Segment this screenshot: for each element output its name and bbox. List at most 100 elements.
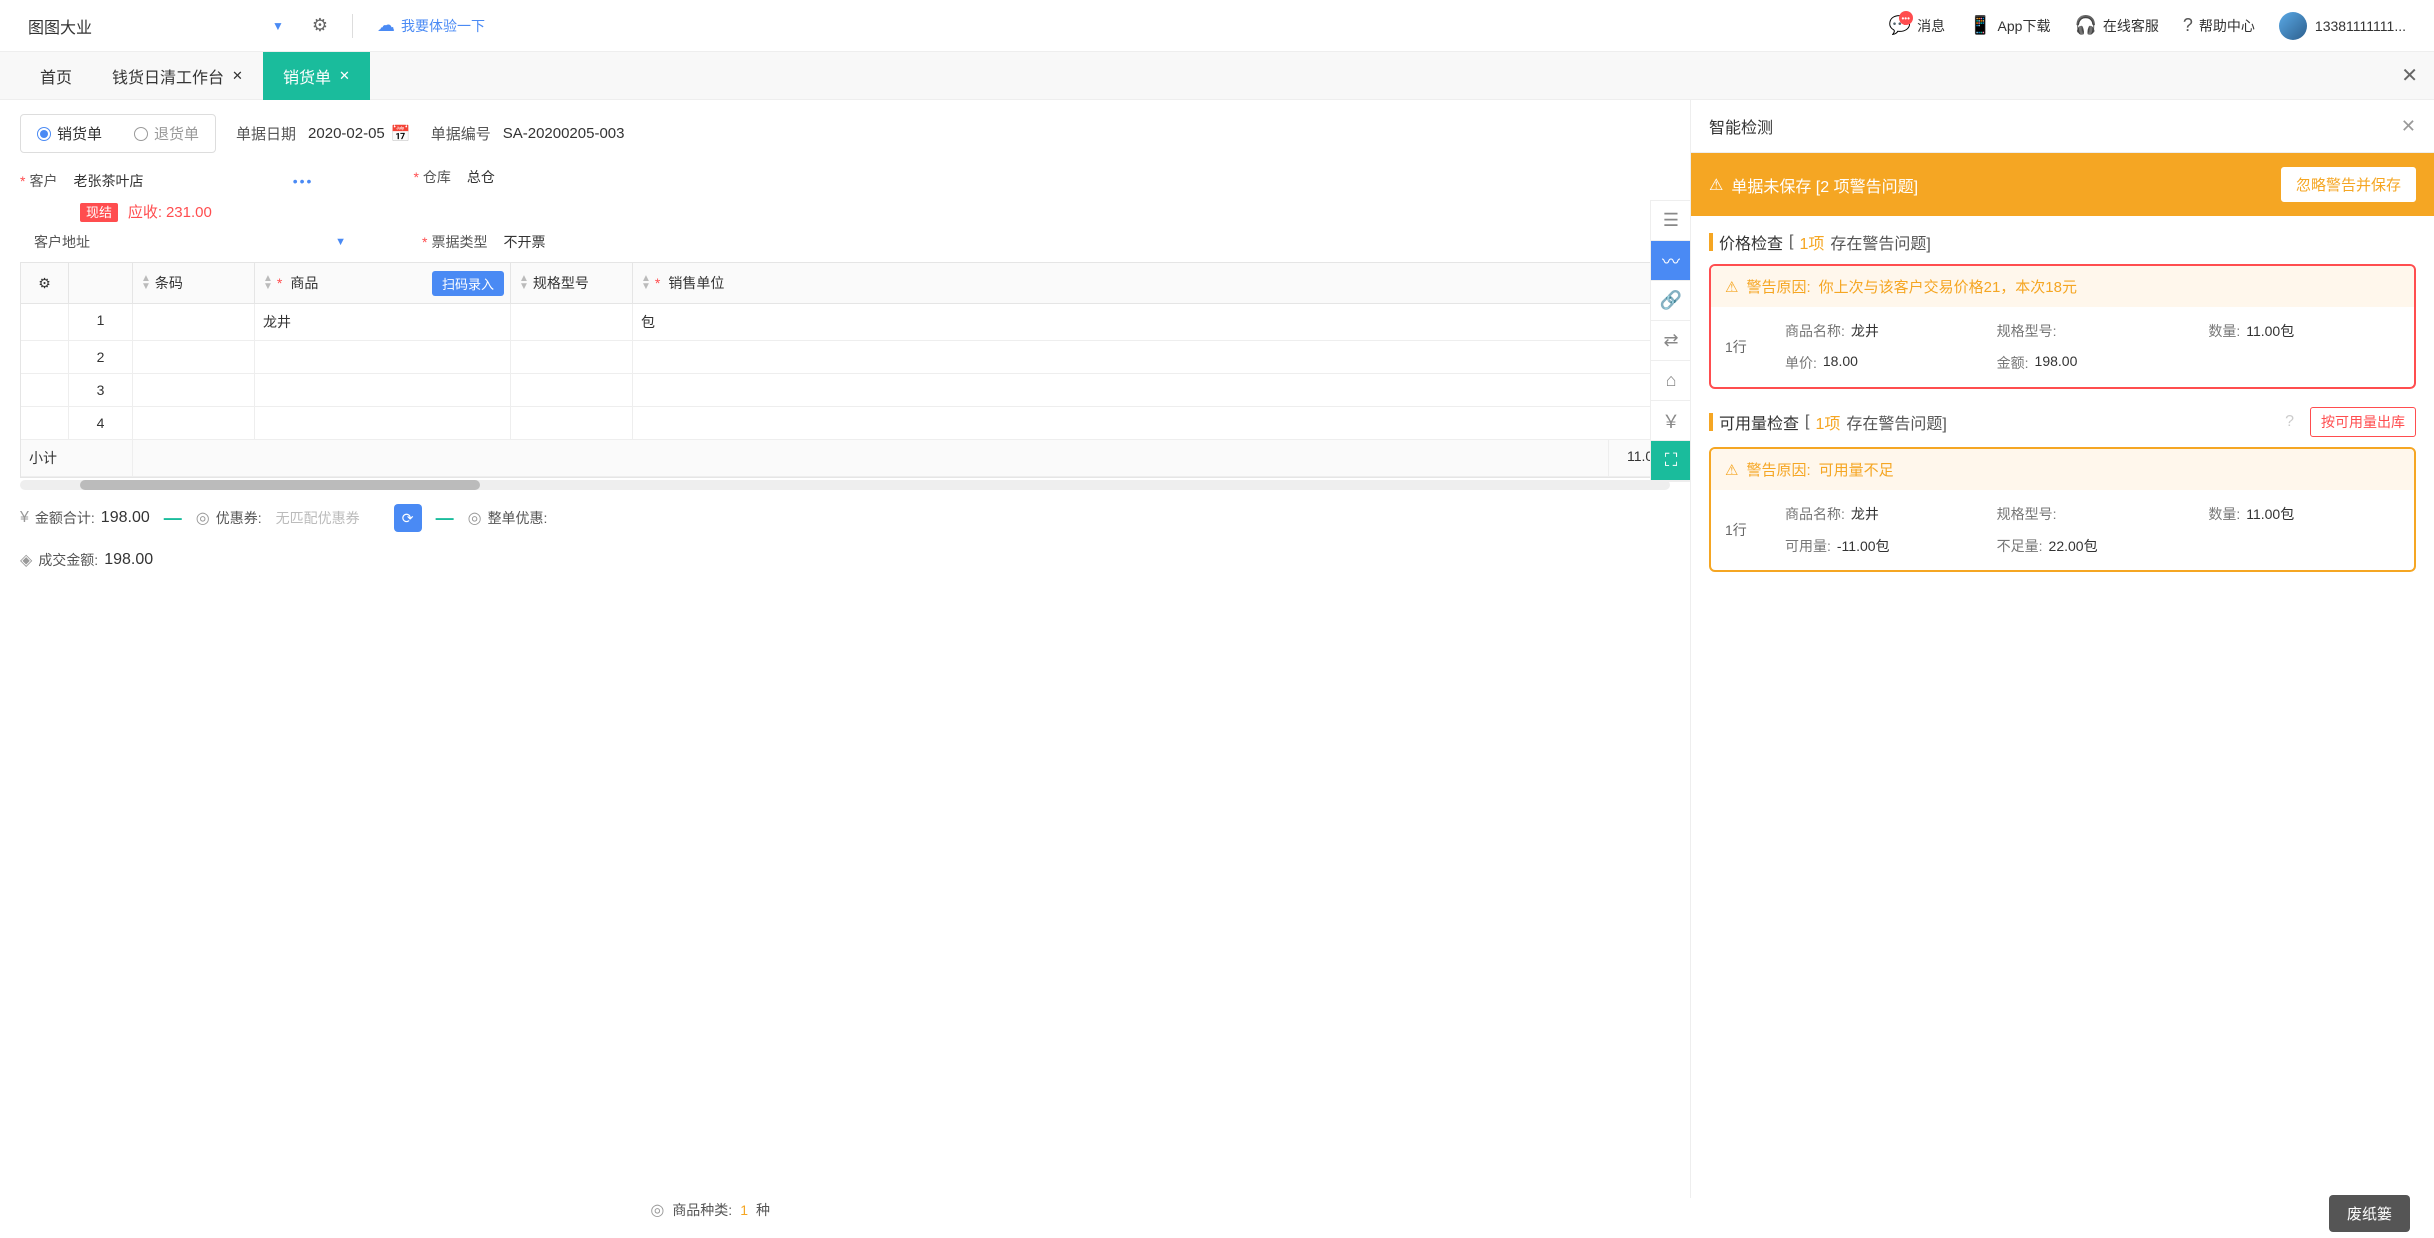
address-label: 客户地址 xyxy=(34,232,90,252)
user-menu[interactable]: 13381111111... xyxy=(2279,12,2406,40)
col-unit[interactable]: ▲▼ * 销售单位 xyxy=(633,263,755,303)
out-by-available-button[interactable]: 按可用量出库 xyxy=(2310,407,2416,437)
section-bar xyxy=(1709,413,1713,431)
table-row[interactable]: 2 xyxy=(21,341,1669,374)
summary-icon: ◎ xyxy=(650,1200,664,1220)
discount-icon: ◎ xyxy=(468,508,482,528)
tab-sales[interactable]: 销货单 ✕ xyxy=(263,52,370,100)
section-bar xyxy=(1709,233,1713,251)
table-row[interactable]: 3 xyxy=(21,374,1669,407)
phone-icon: 📱 xyxy=(1969,15,1991,36)
row-label: 1行 xyxy=(1725,504,1765,556)
warehouse-value[interactable]: 总仓 xyxy=(467,167,495,187)
trash-button[interactable]: 废纸篓 xyxy=(2329,1195,2410,1232)
banner-text: 单据未保存 [2 项警告问题] xyxy=(1731,173,1918,197)
col-index xyxy=(69,263,133,303)
company-selector[interactable]: 图图大业 ▼ xyxy=(28,14,284,38)
close-icon[interactable]: ✕ xyxy=(339,68,350,84)
sort-icon: ▲▼ xyxy=(641,275,651,291)
refresh-button[interactable]: ⟳ xyxy=(394,504,422,532)
warning-icon: ⚠ xyxy=(1709,175,1723,195)
col-barcode[interactable]: ▲▼ 条码 xyxy=(133,263,255,303)
warning-icon: ⚠ xyxy=(1725,461,1738,479)
receivable-value: 231.00 xyxy=(166,204,212,221)
chevron-down-icon[interactable]: ▼ xyxy=(335,236,346,248)
calendar-icon[interactable]: 📅 xyxy=(391,124,411,144)
tab-workbench[interactable]: 钱货日清工作台 ✕ xyxy=(92,52,263,100)
messages-label: 消息 xyxy=(1917,16,1945,36)
date-value[interactable]: 2020-02-05 xyxy=(308,125,385,142)
ignore-save-button[interactable]: 忽略警告并保存 xyxy=(2281,167,2416,202)
reason-text: 可用量不足 xyxy=(1819,459,1894,480)
exchange-icon[interactable]: ⇄ xyxy=(1651,321,1690,361)
reason-text: 你上次与该客户交易价格21，本次18元 xyxy=(1819,276,2077,297)
row-label: 1行 xyxy=(1725,321,1765,373)
app-download-link[interactable]: 📱 App下载 xyxy=(1969,15,2050,36)
expand-icon[interactable]: ⛶ xyxy=(1651,441,1690,481)
cloud-icon: ☁ xyxy=(377,15,395,36)
table-row[interactable]: 1 龙井 包 xyxy=(21,304,1669,341)
invoice-value[interactable]: 不开票 xyxy=(503,232,545,252)
close-icon[interactable]: ✕ xyxy=(2401,116,2416,137)
gear-icon[interactable]: ⚙ xyxy=(312,15,328,36)
tab-home[interactable]: 首页 xyxy=(20,52,92,100)
close-all-icon[interactable]: ✕ xyxy=(2401,63,2418,88)
warehouse-label: 仓库 xyxy=(423,167,451,187)
required-star: * xyxy=(422,234,427,250)
online-service-link[interactable]: 🎧 在线客服 xyxy=(2074,15,2158,36)
minus-icon: — xyxy=(164,508,182,529)
close-icon[interactable]: ✕ xyxy=(232,68,243,84)
sort-icon: ▲▼ xyxy=(263,275,273,291)
scan-button[interactable]: 扫码录入 xyxy=(432,271,504,296)
settle-tag: 现结 xyxy=(80,203,118,222)
doc-no-label: 单据编号 xyxy=(431,123,491,144)
yen-box-icon[interactable]: ￥ xyxy=(1651,401,1690,441)
app-download-label: App下载 xyxy=(1998,16,2051,36)
customer-label: 客户 xyxy=(29,171,57,191)
deal-icon: ◈ xyxy=(20,550,32,570)
radio-sales[interactable]: 销货单 xyxy=(21,115,118,152)
customer-input[interactable]: 老张茶叶店 ••• xyxy=(73,167,313,195)
minus-icon: — xyxy=(436,508,454,529)
person-icon[interactable]: ⌂ xyxy=(1651,361,1690,401)
coupon-input[interactable]: 无匹配优惠券 xyxy=(268,504,388,532)
help-label: 帮助中心 xyxy=(2199,16,2255,36)
required-star: * xyxy=(413,169,418,185)
chevron-down-icon: ▼ xyxy=(272,19,284,33)
amount-label: 金额合计: xyxy=(35,508,95,528)
reason-label: 警告原因: xyxy=(1746,459,1810,480)
chart-icon[interactable]: 〰 xyxy=(1651,241,1690,281)
help-icon: ? xyxy=(2183,15,2193,36)
sort-icon: ▲▼ xyxy=(141,275,151,291)
table-row[interactable]: 4 xyxy=(21,407,1669,440)
col-settings[interactable]: ⚙ xyxy=(21,263,69,303)
yen-icon: ¥ xyxy=(20,509,29,527)
items-table: ⚙ ▲▼ 条码 ▲▼ * 商品 扫码录入 ▲▼ 规格型号 ▲▼ xyxy=(20,262,1670,478)
more-icon[interactable]: ••• xyxy=(293,173,314,189)
radio-icon xyxy=(134,127,148,141)
sort-icon: ▲▼ xyxy=(519,275,529,291)
subtotal-row: 小计 11.00 xyxy=(21,440,1669,477)
avatar xyxy=(2279,12,2307,40)
horizontal-scrollbar[interactable] xyxy=(20,480,1670,490)
try-experience-link[interactable]: ☁ 我要体验一下 xyxy=(377,15,485,36)
help-icon[interactable]: ? xyxy=(2285,413,2294,431)
discount-label: 整单优惠: xyxy=(488,508,548,528)
radio-icon xyxy=(37,127,51,141)
price-check-title: 价格检查 xyxy=(1719,230,1783,254)
address-input[interactable]: ▼ xyxy=(106,232,346,252)
link-icon[interactable]: 🔗 xyxy=(1651,281,1690,321)
help-center-link[interactable]: ? 帮助中心 xyxy=(2183,15,2255,36)
company-name: 图图大业 xyxy=(28,14,92,38)
date-label: 单据日期 xyxy=(236,123,296,144)
list-icon[interactable]: ☰ xyxy=(1651,201,1690,241)
stock-warning-card: ⚠ 警告原因: 可用量不足 1行 商品名称:龙井 规格型号: 数量:11.00包… xyxy=(1709,447,2416,572)
service-label: 在线客服 xyxy=(2103,16,2159,36)
doc-type-radio: 销货单 退货单 xyxy=(20,114,216,153)
messages-link[interactable]: 💬 ••• 消息 xyxy=(1889,15,1945,36)
radio-return[interactable]: 退货单 xyxy=(118,115,215,152)
col-product[interactable]: ▲▼ * 商品 扫码录入 xyxy=(255,263,511,303)
headset-icon: 🎧 xyxy=(2074,15,2096,36)
notification-badge: ••• xyxy=(1899,11,1913,25)
col-spec[interactable]: ▲▼ 规格型号 xyxy=(511,263,633,303)
